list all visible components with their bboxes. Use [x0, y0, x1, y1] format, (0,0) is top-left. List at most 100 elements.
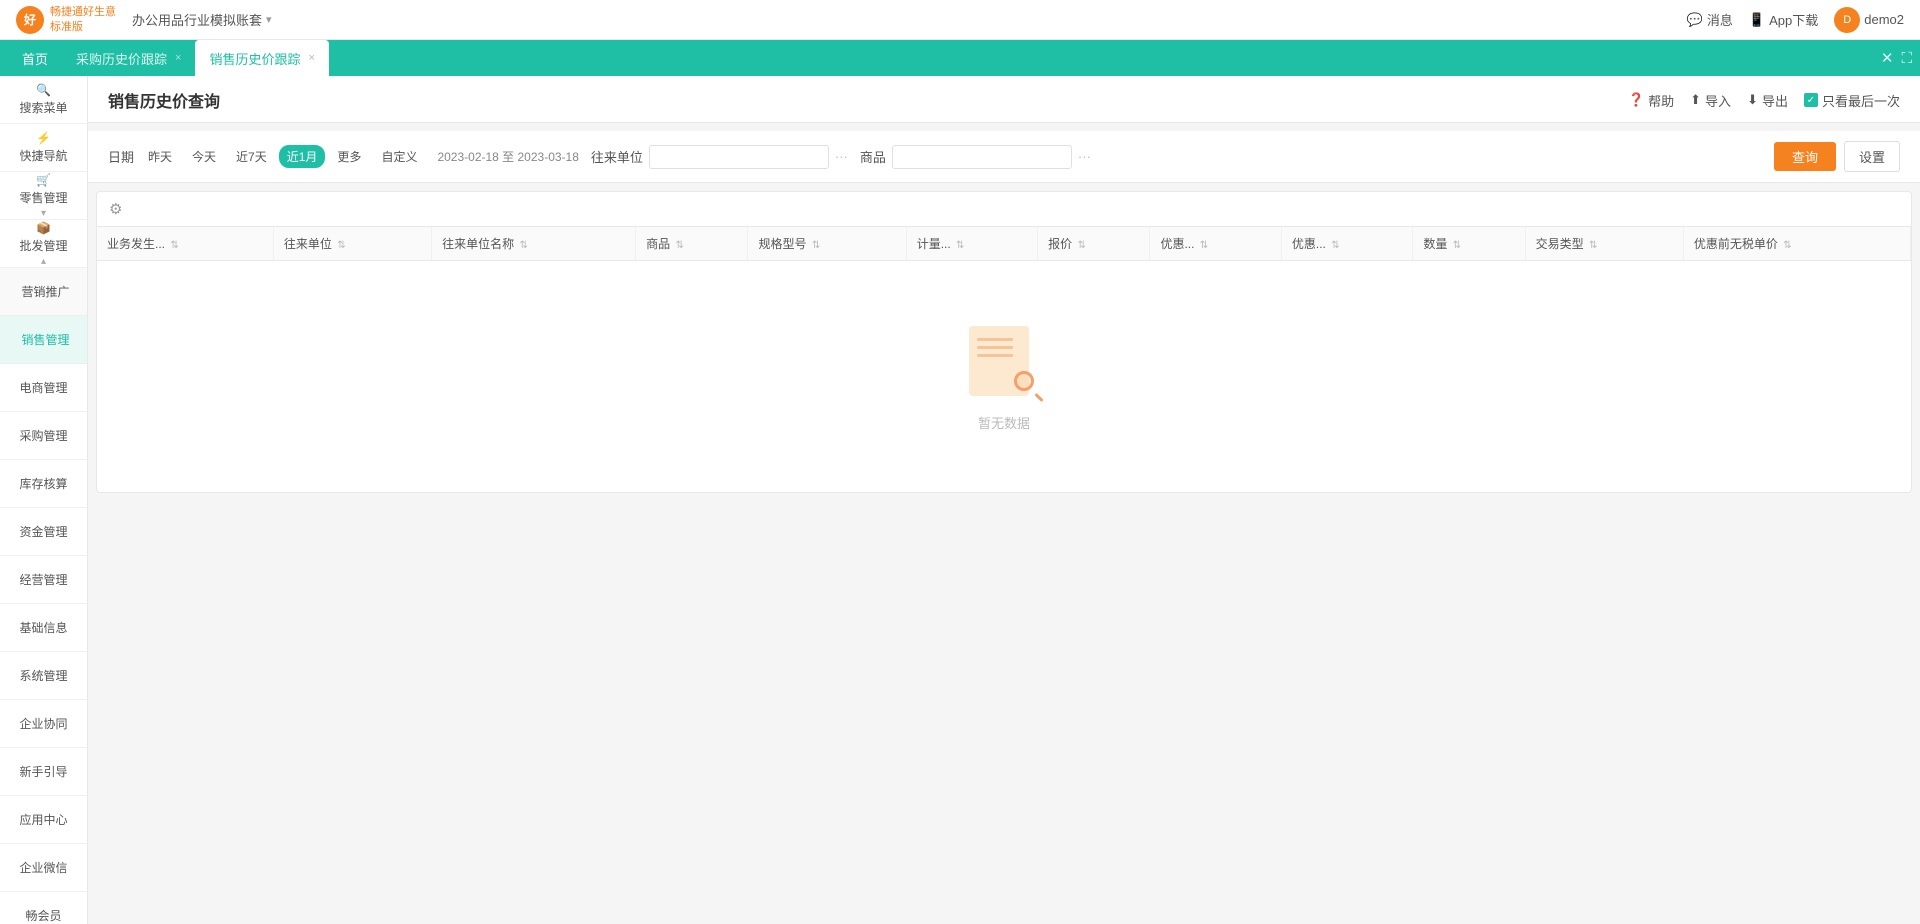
tab-sales-history[interactable]: 销售历史价跟踪 × — [195, 40, 328, 76]
partner-more-icon[interactable]: ··· — [835, 149, 848, 164]
th-unit[interactable]: 计量... ⇅ — [906, 227, 1037, 261]
tab-home[interactable]: 首页 — [8, 40, 62, 76]
th-spec[interactable]: 规格型号 ⇅ — [748, 227, 906, 261]
th-partner-name[interactable]: 往来单位名称 ⇅ — [432, 227, 636, 261]
logo: 好 畅捷通好生意 标准版 — [16, 5, 116, 34]
sidebar-item-finance[interactable]: 资金管理 — [0, 508, 87, 556]
sidebar-item-purchase[interactable]: 采购管理 — [0, 412, 87, 460]
sort-icon: ⇅ — [956, 240, 964, 251]
sort-icon: ⇅ — [1077, 240, 1085, 251]
magnify-circle — [1014, 371, 1034, 391]
goods-more-icon[interactable]: ··· — [1078, 149, 1091, 164]
magnify-handle — [1034, 393, 1043, 402]
sidebar-item-operations[interactable]: 经营管理 — [0, 556, 87, 604]
tab-purchase-history[interactable]: 采购历史价跟踪 × — [62, 40, 195, 76]
table-container: ⚙ 业务发生... ⇅ 往来单位 ⇅ 往来单位名称 — [96, 191, 1912, 493]
sidebar-item-inventory[interactable]: 库存核算 — [0, 460, 87, 508]
help-icon: ❓ — [1628, 92, 1644, 108]
page-header-actions: ❓ 帮助 ⬆ 导入 ⬇ 导出 ✓ 只看最后一次 — [1628, 91, 1900, 110]
data-table: 业务发生... ⇅ 往来单位 ⇅ 往来单位名称 ⇅ 商品 — [97, 227, 1911, 261]
filter-bar: 日期 昨天 今天 近7天 近1月 更多 自定义 2023-02-18 至 202… — [88, 131, 1920, 183]
settings-button[interactable]: 设置 — [1844, 141, 1900, 172]
th-quantity[interactable]: 数量 ⇅ — [1413, 227, 1525, 261]
th-trade-type[interactable]: 交易类型 ⇅ — [1525, 227, 1683, 261]
sidebar-item-app-center[interactable]: 应用中心 — [0, 796, 87, 844]
magnify-glass — [1014, 371, 1044, 401]
sidebar-item-ecommerce[interactable]: 电商管理 — [0, 364, 87, 412]
th-discount2[interactable]: 优惠... ⇅ — [1281, 227, 1412, 261]
top-bar-right: 💬 消息 📱 App下载 D demo2 — [1687, 7, 1904, 33]
content-area: 销售历史价查询 ❓ 帮助 ⬆ 导入 ⬇ 导出 ✓ 只看最后一次 — [88, 76, 1920, 924]
date-btn-1month[interactable]: 近1月 — [279, 145, 326, 168]
chevron-up-icon: ▴ — [41, 256, 46, 267]
export-button[interactable]: ⬇ 导出 — [1747, 91, 1788, 110]
message-icon: 💬 — [1687, 12, 1703, 28]
mobile-icon: 📱 — [1749, 12, 1765, 28]
sidebar-item-search[interactable]: 🔍 搜索菜单 — [0, 76, 87, 124]
date-filter-group: 日期 昨天 今天 近7天 近1月 更多 自定义 — [108, 145, 425, 168]
date-btn-more[interactable]: 更多 — [329, 145, 369, 168]
sort-icon: ⇅ — [1453, 240, 1461, 251]
query-button[interactable]: 查询 — [1774, 142, 1836, 171]
empty-illustration — [964, 321, 1044, 401]
main-layout: 🔍 搜索菜单 ⚡ 快捷导航 🛒 零售管理 ▾ 📦 批发管理 ▴ 营销推广 销售管… — [0, 76, 1920, 924]
import-button[interactable]: ⬆ 导入 — [1690, 91, 1731, 110]
sort-icon: ⇅ — [676, 240, 684, 251]
only-last-checkbox[interactable]: ✓ 只看最后一次 — [1804, 91, 1900, 110]
sidebar-item-member[interactable]: 畅会员 — [0, 892, 87, 924]
account-selector[interactable]: 办公用品行业模拟账套 ▾ — [124, 10, 280, 29]
sidebar-item-newbie-guide[interactable]: 新手引导 — [0, 748, 87, 796]
sidebar-item-quick-nav[interactable]: ⚡ 快捷导航 — [0, 124, 87, 172]
sidebar-item-basic-info[interactable]: 基础信息 — [0, 604, 87, 652]
message-button[interactable]: 💬 消息 — [1687, 10, 1733, 29]
th-quoted-price[interactable]: 报价 ⇅ — [1038, 227, 1150, 261]
retail-icon: 🛒 — [36, 173, 51, 187]
logo-text: 畅捷通好生意 标准版 — [50, 5, 116, 34]
date-btn-7days[interactable]: 近7天 — [228, 145, 275, 168]
close-window-icon[interactable]: ✕ — [1881, 49, 1894, 67]
user-menu[interactable]: D demo2 — [1834, 7, 1904, 33]
sidebar-item-retail[interactable]: 🛒 零售管理 ▾ — [0, 172, 87, 220]
date-btn-custom[interactable]: 自定义 — [373, 145, 425, 168]
app-download-button[interactable]: 📱 App下载 — [1749, 10, 1818, 29]
sidebar-item-system[interactable]: 系统管理 — [0, 652, 87, 700]
logo-icon: 好 — [16, 6, 44, 34]
date-btn-yesterday[interactable]: 昨天 — [140, 145, 180, 168]
date-btn-today[interactable]: 今天 — [184, 145, 224, 168]
top-bar: 好 畅捷通好生意 标准版 办公用品行业模拟账套 ▾ 💬 消息 📱 App下载 D… — [0, 0, 1920, 40]
goods-label: 商品 — [860, 147, 886, 166]
th-pretax-price[interactable]: 优惠前无税单价 ⇅ — [1683, 227, 1910, 261]
lightning-icon: ⚡ — [36, 131, 51, 145]
help-button[interactable]: ❓ 帮助 — [1628, 91, 1674, 110]
maximize-window-icon[interactable]: ⛶ — [1901, 50, 1912, 67]
chevron-down-icon: ▾ — [266, 13, 272, 26]
sidebar-item-enterprise-collab[interactable]: 企业协同 — [0, 700, 87, 748]
th-partner-code[interactable]: 往来单位 ⇅ — [273, 227, 431, 261]
date-label: 日期 — [108, 147, 134, 166]
goods-input[interactable] — [892, 145, 1072, 169]
import-icon: ⬆ — [1690, 92, 1701, 108]
sidebar-item-enterprise-wechat[interactable]: 企业微信 — [0, 844, 87, 892]
tab-bar: 首页 采购历史价跟踪 × 销售历史价跟踪 × ✕ ⛶ — [0, 40, 1920, 76]
tab-bar-right: ✕ ⛶ — [1881, 49, 1912, 67]
empty-text: 暂无数据 — [978, 413, 1030, 432]
partner-filter-group: 往来单位 ··· — [591, 145, 848, 169]
sidebar-item-wholesale[interactable]: 📦 批发管理 ▴ — [0, 220, 87, 268]
sort-icon: ⇅ — [1783, 240, 1791, 251]
goods-filter-group: 商品 ··· — [860, 145, 1091, 169]
page-header: 销售历史价查询 ❓ 帮助 ⬆ 导入 ⬇ 导出 ✓ 只看最后一次 — [88, 76, 1920, 123]
th-business-date[interactable]: 业务发生... ⇅ — [97, 227, 273, 261]
date-buttons: 昨天 今天 近7天 近1月 更多 自定义 — [140, 145, 425, 168]
tab-close-sales-icon[interactable]: × — [308, 52, 314, 64]
th-discount1[interactable]: 优惠... ⇅ — [1150, 227, 1281, 261]
table-settings-icon[interactable]: ⚙ — [109, 200, 122, 218]
table-header-row: 业务发生... ⇅ 往来单位 ⇅ 往来单位名称 ⇅ 商品 — [97, 227, 1911, 261]
tab-close-purchase-icon[interactable]: × — [175, 52, 181, 64]
sidebar-item-sales-mgmt[interactable]: 销售管理 — [0, 316, 87, 364]
avatar: D — [1834, 7, 1860, 33]
wholesale-icon: 📦 — [36, 221, 51, 235]
partner-input[interactable] — [649, 145, 829, 169]
search-icon: 🔍 — [36, 83, 51, 97]
th-goods[interactable]: 商品 ⇅ — [636, 227, 748, 261]
sidebar-item-marketing[interactable]: 营销推广 — [0, 268, 87, 316]
